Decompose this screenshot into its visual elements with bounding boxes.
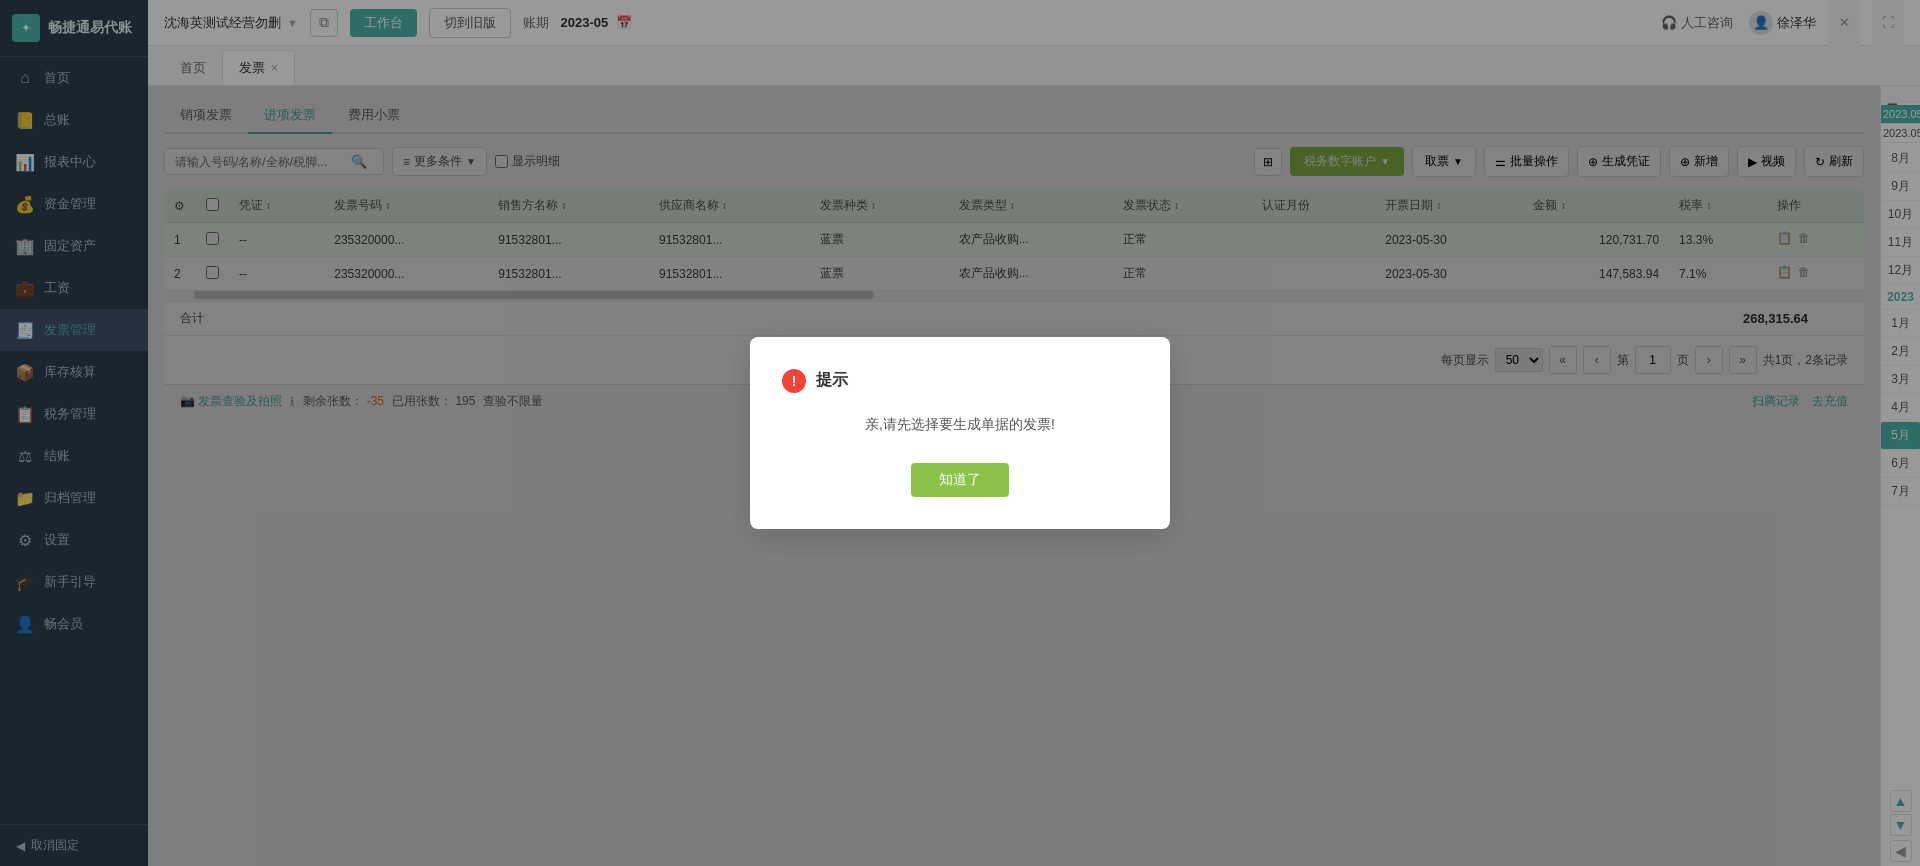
modal-footer: 知道了	[782, 463, 1138, 497]
modal-overlay: ! 提示 亲,请先选择要生成单据的发票! 知道了	[0, 0, 1920, 866]
modal-title-text: 提示	[816, 370, 848, 391]
modal-message: 亲,请先选择要生成单据的发票!	[782, 413, 1138, 435]
modal-confirm-btn[interactable]: 知道了	[911, 463, 1009, 497]
modal-dialog: ! 提示 亲,请先选择要生成单据的发票! 知道了	[750, 337, 1170, 529]
modal-title-row: ! 提示	[782, 369, 1138, 393]
warning-icon: !	[782, 369, 806, 393]
